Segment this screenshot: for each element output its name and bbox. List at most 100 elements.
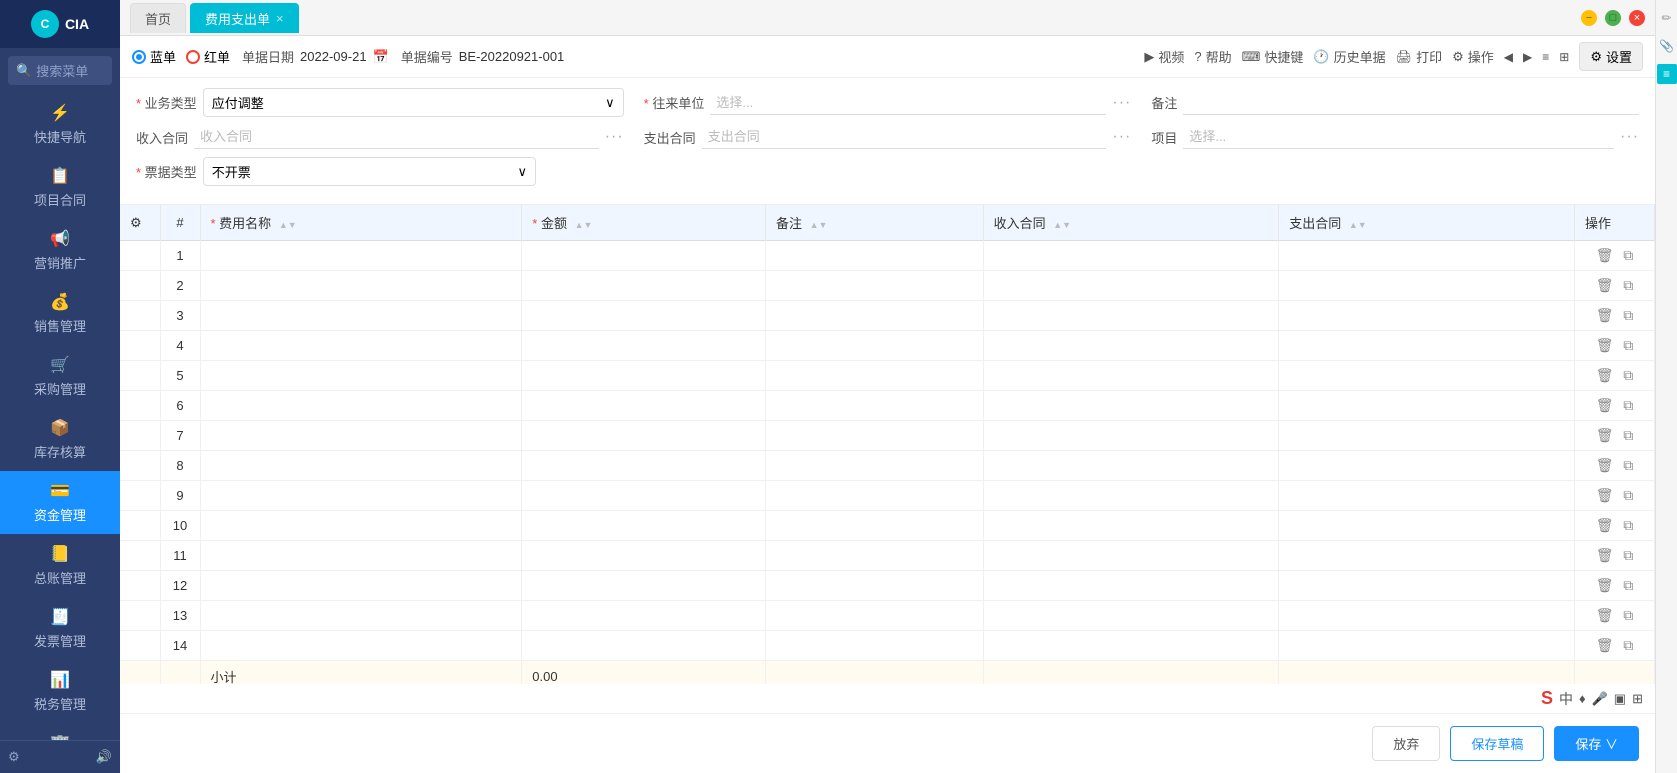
row-expense-contract-cell[interactable] [1279, 541, 1575, 571]
audio-bottom-icon[interactable]: 🔊 [96, 749, 112, 765]
row-delete-icon[interactable]: 🗑 [1596, 577, 1614, 593]
row-delete-icon[interactable]: 🗑 [1596, 487, 1614, 503]
row-remark-cell[interactable] [765, 481, 983, 511]
row-copy-icon[interactable]: ⧉ [1623, 457, 1633, 473]
row-delete-icon[interactable]: 🗑 [1596, 637, 1614, 653]
row-copy-icon[interactable]: ⧉ [1623, 427, 1633, 443]
row-expense-name-cell[interactable] [200, 451, 522, 481]
row-remark-cell[interactable] [765, 241, 983, 271]
row-expense-name-cell[interactable] [200, 421, 522, 451]
row-amount-cell[interactable] [522, 511, 766, 541]
row-expense-contract-cell[interactable] [1279, 451, 1575, 481]
row-delete-icon[interactable]: 🗑 [1596, 607, 1614, 623]
row-income-contract-cell[interactable] [983, 271, 1279, 301]
sidebar-item-inventory[interactable]: 📦 库存核算 [0, 408, 120, 471]
row-delete-icon[interactable]: 🗑 [1596, 307, 1614, 323]
row-delete-icon[interactable]: 🗑 [1596, 547, 1614, 563]
right-panel-edit-icon[interactable]: ✏ [1657, 8, 1677, 28]
row-copy-icon[interactable]: ⧉ [1623, 307, 1633, 323]
row-delete-icon[interactable]: 🗑 [1596, 277, 1614, 293]
row-expense-contract-cell[interactable] [1279, 301, 1575, 331]
tab-home[interactable]: 首页 [130, 3, 186, 33]
sidebar-item-ledger[interactable]: 📒 总账管理 [0, 534, 120, 597]
sidebar-item-marketing[interactable]: 📢 营销推广 [0, 219, 120, 282]
sidebar-search-container[interactable]: 🔍 搜索菜单 [0, 48, 120, 93]
sidebar-item-sales-mgmt[interactable]: 💰 销售管理 [0, 282, 120, 345]
row-expense-name-cell[interactable] [200, 271, 522, 301]
th-expense-contract[interactable]: 支出合同 ▲▼ [1279, 205, 1575, 241]
row-amount-cell[interactable] [522, 541, 766, 571]
row-expense-contract-cell[interactable] [1279, 511, 1575, 541]
row-copy-icon[interactable]: ⧉ [1623, 367, 1633, 383]
row-remark-cell[interactable] [765, 541, 983, 571]
row-expense-contract-cell[interactable] [1279, 481, 1575, 511]
tab-expense-sheet[interactable]: 费用支出单 × [190, 3, 299, 33]
right-panel-clip-icon[interactable]: 📎 [1657, 36, 1677, 56]
row-expense-contract-cell[interactable] [1279, 241, 1575, 271]
row-remark-cell[interactable] [765, 301, 983, 331]
row-copy-icon[interactable]: ⧉ [1623, 397, 1633, 413]
th-amount[interactable]: 金额 ▲▼ [522, 205, 766, 241]
income-contract-input[interactable] [194, 125, 599, 149]
row-remark-cell[interactable] [765, 511, 983, 541]
discard-button[interactable]: 放弃 [1372, 726, 1440, 761]
th-settings[interactable]: ⚙ [120, 205, 160, 241]
sidebar-item-invoice-mgmt[interactable]: 🧾 发票管理 [0, 597, 120, 660]
calendar-icon[interactable]: 📅 [373, 49, 389, 65]
sidebar-item-project-contract[interactable]: 📋 项目合同 [0, 156, 120, 219]
row-copy-icon[interactable]: ⧉ [1623, 517, 1633, 533]
row-expense-name-cell[interactable] [200, 361, 522, 391]
row-income-contract-cell[interactable] [983, 421, 1279, 451]
row-amount-cell[interactable] [522, 571, 766, 601]
video-button[interactable]: ▶ 视频 [1144, 47, 1184, 66]
maximize-button[interactable]: □ [1605, 10, 1621, 26]
invoice-type-select[interactable]: 不开票 ∨ [203, 157, 536, 186]
counterpart-input[interactable] [710, 91, 1106, 115]
close-button[interactable]: × [1629, 10, 1645, 26]
counterpart-more-icon[interactable]: ··· [1112, 94, 1131, 112]
row-amount-cell[interactable] [522, 361, 766, 391]
row-copy-icon[interactable]: ⧉ [1623, 277, 1633, 293]
row-expense-contract-cell[interactable] [1279, 421, 1575, 451]
row-delete-icon[interactable]: 🗑 [1596, 517, 1614, 533]
row-copy-icon[interactable]: ⧉ [1623, 247, 1633, 263]
business-type-select[interactable]: 应付调整 ∨ [203, 88, 624, 117]
project-input[interactable] [1183, 125, 1614, 149]
sidebar-search-box[interactable]: 🔍 搜索菜单 [8, 56, 112, 85]
row-expense-name-cell[interactable] [200, 601, 522, 631]
th-remark[interactable]: 备注 ▲▼ [765, 205, 983, 241]
print-button[interactable]: 🖨 打印 [1396, 47, 1443, 66]
row-income-contract-cell[interactable] [983, 241, 1279, 271]
row-delete-icon[interactable]: 🗑 [1596, 427, 1614, 443]
row-expense-name-cell[interactable] [200, 541, 522, 571]
row-remark-cell[interactable] [765, 571, 983, 601]
row-amount-cell[interactable] [522, 241, 766, 271]
sidebar-item-capital-mgmt[interactable]: 💳 资金管理 [0, 471, 120, 534]
row-remark-cell[interactable] [765, 391, 983, 421]
row-expense-name-cell[interactable] [200, 481, 522, 511]
row-amount-cell[interactable] [522, 271, 766, 301]
row-amount-cell[interactable] [522, 391, 766, 421]
expense-contract-more-icon[interactable]: ··· [1112, 128, 1131, 146]
save-draft-button[interactable]: 保存草稿 [1450, 726, 1544, 761]
row-amount-cell[interactable] [522, 601, 766, 631]
row-amount-cell[interactable] [522, 451, 766, 481]
sidebar-item-purchase-mgmt[interactable]: 🛒 采购管理 [0, 345, 120, 408]
th-income-contract[interactable]: 收入合同 ▲▼ [983, 205, 1279, 241]
row-amount-cell[interactable] [522, 301, 766, 331]
row-amount-cell[interactable] [522, 631, 766, 661]
row-copy-icon[interactable]: ⧉ [1623, 607, 1633, 623]
operations-button[interactable]: ⚙ 操作 [1452, 47, 1494, 66]
tab-close-icon[interactable]: × [276, 11, 284, 26]
row-delete-icon[interactable]: 🗑 [1596, 367, 1614, 383]
expense-contract-input[interactable] [702, 125, 1107, 149]
row-delete-icon[interactable]: 🗑 [1596, 457, 1614, 473]
row-amount-cell[interactable] [522, 481, 766, 511]
row-expense-name-cell[interactable] [200, 301, 522, 331]
row-income-contract-cell[interactable] [983, 571, 1279, 601]
row-expense-contract-cell[interactable] [1279, 571, 1575, 601]
row-copy-icon[interactable]: ⧉ [1623, 637, 1633, 653]
right-panel-green-icon[interactable]: ≡ [1657, 64, 1677, 84]
help-button[interactable]: ? 帮助 [1194, 47, 1231, 66]
project-more-icon[interactable]: ··· [1620, 128, 1639, 146]
